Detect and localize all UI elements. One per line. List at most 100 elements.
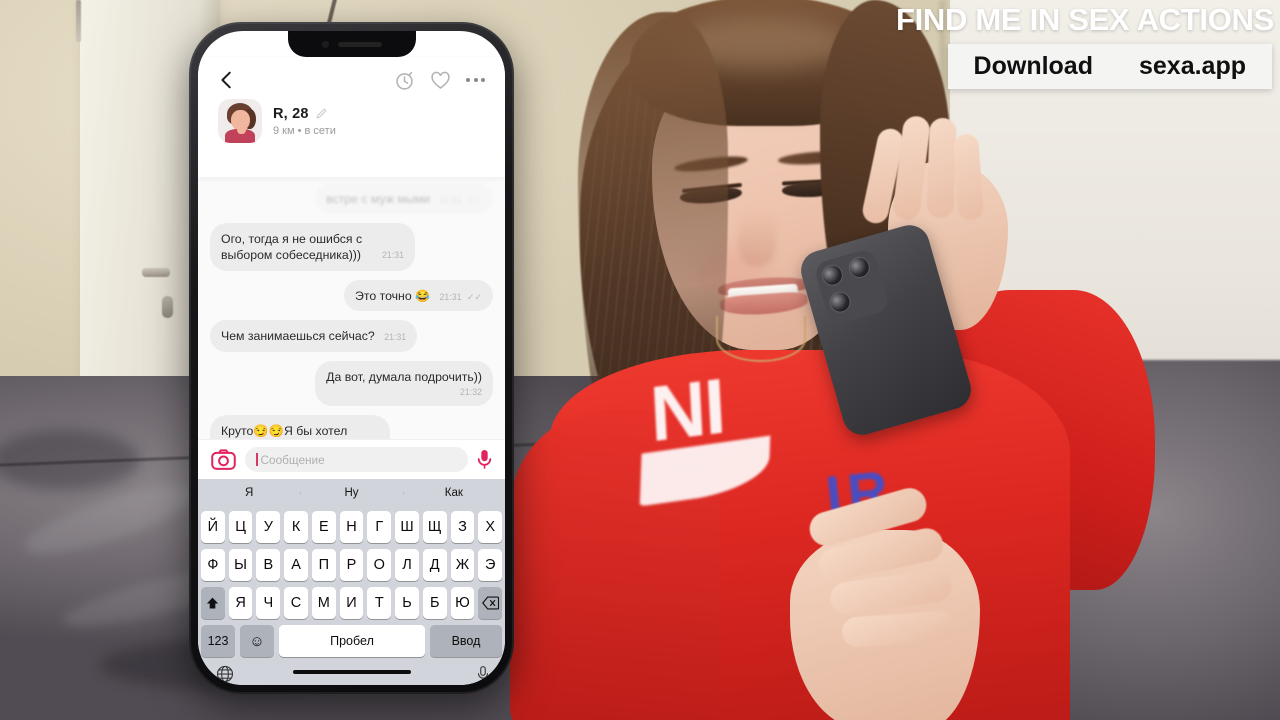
message-row: Да вот, думала подрочить)) 21:32 — [210, 360, 493, 406]
key[interactable]: Е — [311, 511, 336, 543]
key[interactable]: Б — [422, 587, 447, 619]
key[interactable]: Ш — [395, 511, 419, 543]
message-bubble: встре с муж мыми 21:31 ✓✓ — [315, 183, 493, 215]
key[interactable]: Н — [339, 511, 364, 543]
globe-icon[interactable] — [216, 665, 234, 683]
message-bubble: Да вот, думала подрочить)) 21:32 — [315, 360, 493, 406]
message-text: встре с муж мыми — [326, 192, 431, 206]
key[interactable]: Ц — [228, 511, 253, 543]
banner-cta-box[interactable]: Download sexa.app — [947, 44, 1272, 89]
contact-name: R, 28 — [273, 105, 309, 122]
key[interactable]: Т — [367, 587, 392, 619]
home-indicator[interactable] — [292, 669, 411, 674]
key[interactable]: Д — [422, 549, 447, 581]
timer-icon[interactable] — [394, 70, 415, 91]
chat-header: R, 28 9 км • в сети — [198, 57, 505, 177]
key[interactable]: Щ — [422, 511, 447, 543]
keyboard-row-1: Й Ц У К Е Н Г Ш Щ З Х — [198, 511, 505, 543]
shift-up-icon[interactable] — [200, 587, 225, 619]
finger — [953, 133, 984, 221]
key[interactable]: У — [256, 511, 281, 543]
key[interactable]: А — [284, 549, 308, 581]
key[interactable]: Л — [395, 549, 419, 581]
emoji-smiley-icon[interactable]: ☺ — [240, 625, 274, 657]
chat-message-list[interactable]: встре с муж мыми 21:31 ✓✓ Ого, тогда я н… — [198, 177, 505, 439]
hand-holding-phone — [790, 484, 1050, 720]
message-input[interactable]: Сообщение — [245, 447, 468, 472]
key[interactable]: Ч — [256, 587, 281, 619]
camera-icon[interactable] — [211, 449, 236, 470]
keyboard-row-2: Ф Ы В А П Р О Л Д Ж Э — [198, 549, 505, 581]
message-bubble: Это точно 😂 21:31 ✓✓ — [343, 279, 493, 312]
key[interactable]: Ь — [395, 587, 419, 619]
key[interactable]: П — [311, 549, 336, 581]
phone-mockup: R, 28 9 км • в сети встре с муж мыми 21:… — [189, 22, 514, 694]
keyboard-row-3: Я Ч С М И Т Ь Б Ю — [198, 587, 505, 619]
key[interactable]: Я — [228, 587, 253, 619]
key[interactable]: М — [311, 587, 336, 619]
message-text: Это точно — [354, 288, 412, 303]
chevron-left-icon[interactable] — [216, 69, 238, 91]
keyboard-bottom-bar — [198, 663, 505, 685]
message-time: 21:31 — [439, 195, 462, 205]
key[interactable]: Х — [478, 511, 503, 543]
suggestion-item[interactable]: Ну — [300, 487, 402, 499]
key[interactable]: Й — [200, 511, 225, 543]
heart-icon[interactable] — [430, 70, 451, 91]
microphone-icon[interactable] — [477, 449, 492, 470]
avatar[interactable] — [218, 99, 262, 143]
keyboard-row-4: 123 ☺ Пробел Ввод — [198, 625, 505, 657]
key[interactable]: О — [367, 549, 392, 581]
person: NI IR — [510, 0, 1155, 720]
message-bubble: Круто😏😏Я бы хотел присоединиться к тебе)… — [210, 414, 390, 439]
key[interactable]: Ф — [200, 549, 225, 581]
key[interactable]: Э — [478, 549, 503, 581]
message-placeholder: Сообщение — [260, 452, 325, 467]
message-time: 21:31 — [381, 250, 404, 261]
message-text: Да вот, думала подрочить)) — [326, 369, 482, 384]
door-lock — [162, 296, 173, 318]
phone-screen: R, 28 9 км • в сети встре с муж мыми 21:… — [198, 31, 505, 685]
pencil-icon[interactable] — [315, 107, 328, 120]
suggestion-item[interactable]: Я — [198, 487, 300, 499]
key[interactable]: Ю — [450, 587, 475, 619]
numbers-key[interactable]: 123 — [201, 625, 235, 657]
key[interactable]: К — [284, 511, 308, 543]
space-key[interactable]: Пробел — [279, 625, 425, 657]
key[interactable]: Ы — [228, 549, 253, 581]
message-text: Круто😏😏Я бы хотел присоединиться к тебе)… — [221, 423, 348, 438]
message-bubble: Ого, тогда я не ошибся с выбором собесед… — [210, 223, 415, 271]
message-row: Это точно 😂 21:31 ✓✓ — [210, 279, 493, 312]
message-row: Круто😏😏Я бы хотел присоединиться к тебе)… — [210, 414, 493, 439]
message-row: Ого, тогда я не ошибся с выбором собесед… — [210, 223, 493, 271]
message-time: 21:31 — [439, 291, 462, 302]
suggestion-item[interactable]: Как — [402, 487, 505, 499]
key[interactable]: И — [339, 587, 364, 619]
message-bubble: Чем занимаешься сейчас? 21:31 — [210, 320, 418, 352]
onscreen-keyboard: Я Ну Как Й Ц У К Е Н Г Ш Щ З Х Ф Ы В А П… — [198, 479, 505, 685]
phone-notch — [287, 31, 416, 57]
front-camera-icon — [321, 40, 329, 48]
key[interactable]: Ж — [450, 549, 475, 581]
banner-site-label: sexa.app — [1138, 52, 1246, 80]
message-row: встре с муж мыми 21:31 ✓✓ — [210, 183, 493, 215]
chat-header-actions — [394, 70, 485, 91]
key[interactable]: С — [284, 587, 308, 619]
message-text: Чем занимаешься сейчас? — [221, 329, 375, 344]
camera-lens — [819, 262, 846, 289]
chat-header-contact[interactable]: R, 28 9 км • в сети — [198, 91, 505, 143]
message-time: 21:31 — [384, 332, 407, 343]
door-handle — [142, 268, 170, 277]
key[interactable]: В — [256, 549, 281, 581]
finger — [926, 117, 957, 219]
camera-module — [813, 247, 891, 327]
key[interactable]: З — [450, 511, 475, 543]
key[interactable]: Р — [339, 549, 364, 581]
more-dots-icon[interactable] — [466, 78, 485, 82]
key[interactable]: Г — [367, 511, 392, 543]
backspace-icon[interactable] — [478, 587, 503, 619]
microphone-icon[interactable] — [477, 665, 489, 683]
enter-key[interactable]: Ввод — [430, 625, 502, 657]
necklace — [716, 316, 806, 362]
earpiece-speaker — [337, 41, 382, 47]
